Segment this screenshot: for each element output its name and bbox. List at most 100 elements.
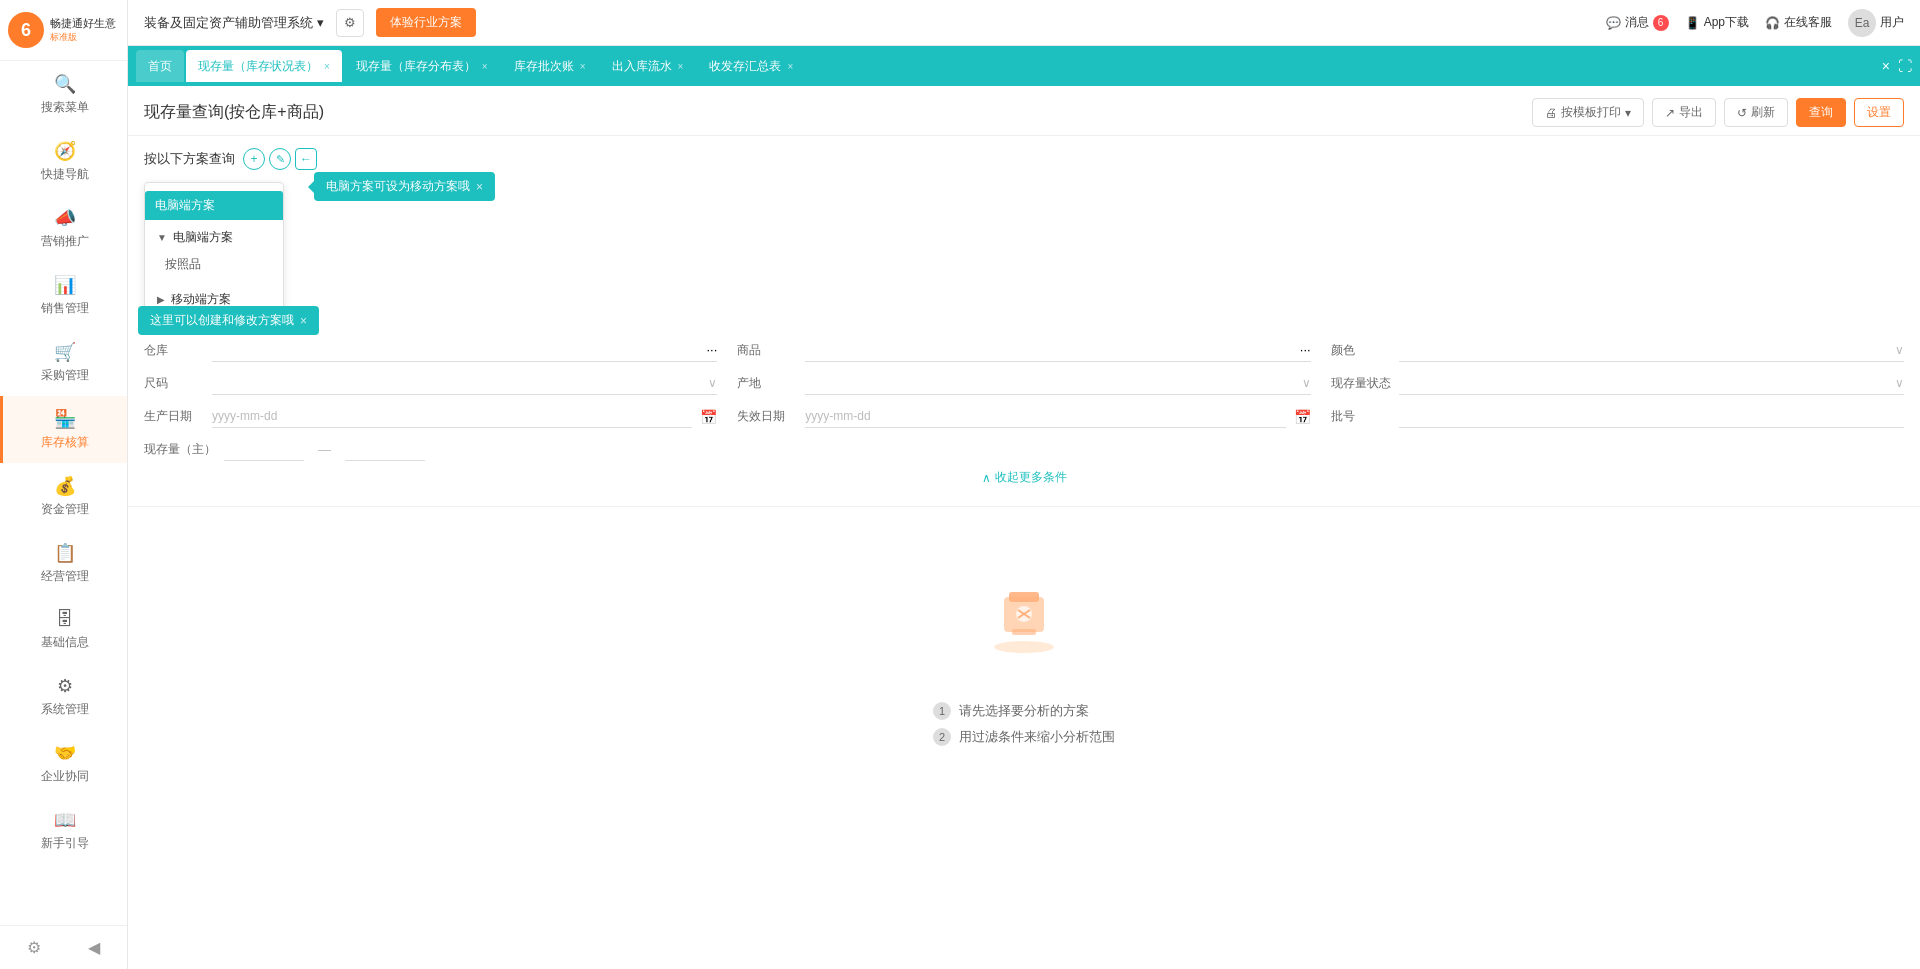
filter-goods-select[interactable]: ··· (805, 338, 1310, 362)
filter-actions: + ✎ ← (243, 148, 317, 170)
tab-inventory-dist[interactable]: 现存量（库存分布表） × (344, 50, 500, 82)
filter-header: 按以下方案查询 + ✎ ← (144, 148, 1904, 170)
sidebar-item-quicknav[interactable]: 🧭 快捷导航 (0, 128, 127, 195)
filter-origin-select[interactable]: ∨ (805, 372, 1310, 395)
tab-bar: 首页 现存量（库存状况表） × 现存量（库存分布表） × 库存批次账 × 出入库… (128, 46, 1920, 86)
add-scheme-btn[interactable]: + (243, 148, 265, 170)
tab-inventory-status[interactable]: 现存量（库存状况表） × (186, 50, 342, 82)
sidebar-item-purchase[interactable]: 🛒 采购管理 (0, 329, 127, 396)
scheme-desktop-toggle[interactable]: ▼ 电脑端方案 (145, 224, 283, 251)
export-button[interactable]: ↗ 导出 (1652, 98, 1716, 127)
filter-produce-date-input[interactable] (212, 405, 692, 428)
sidebar-item-base[interactable]: 🗄 基础信息 (0, 597, 127, 663)
sidebar-item-enterprise[interactable]: 🤝 企业协同 (0, 730, 127, 797)
empty-hint-1: 1 请先选择要分析的方案 (933, 702, 1115, 720)
refresh-button[interactable]: ↺ 刷新 (1724, 98, 1788, 127)
tab-batch[interactable]: 库存批次账 × (502, 50, 598, 82)
user-action[interactable]: Ea 用户 (1848, 9, 1904, 37)
tab-flow[interactable]: 出入库流水 × (600, 50, 696, 82)
megaphone-icon: 📣 (54, 207, 76, 229)
sidebar-item-search[interactable]: 🔍 搜索菜单 (0, 61, 127, 128)
main-area: 装备及固定资产辅助管理系统 ▾ ⚙ 体验行业方案 💬 消息 6 📱 App下载 … (128, 0, 1920, 969)
sidebar-item-inventory[interactable]: 🏪 库存核算 (0, 396, 127, 463)
sidebar: 6 畅捷通好生意 标准版 🔍 搜索菜单 🧭 快捷导航 📣 营销推广 📊 销售管理… (0, 0, 128, 969)
sidebar-item-sales[interactable]: 📊 销售管理 (0, 262, 127, 329)
sidebar-item-search-label: 搜索菜单 (41, 99, 89, 116)
tab-flow-close[interactable]: × (678, 61, 684, 72)
sidebar-item-marketing[interactable]: 📣 营销推广 (0, 195, 127, 262)
message-action[interactable]: 💬 消息 6 (1606, 14, 1669, 31)
tab-batch-close[interactable]: × (580, 61, 586, 72)
scheme-tooltip-1: 电脑方案可设为移动方案哦 × (314, 172, 495, 201)
filter-expire-date-label: 失效日期 (737, 408, 797, 425)
page-header: 现存量查询(按仓库+商品) 🖨 按模板打印 ▾ ↗ 导出 ↺ 刷新 查询 (128, 86, 1920, 136)
tab-fullscreen-btn[interactable]: ⛶ (1898, 58, 1912, 74)
collapse-bar[interactable]: ∧ 收起更多条件 (144, 461, 1904, 494)
search-label: 查询 (1809, 104, 1833, 121)
filter-size: 尺码 ∨ (144, 372, 717, 395)
filter-expire-date-input[interactable] (805, 405, 1285, 428)
filter-chevron-color: ∨ (1895, 343, 1904, 357)
hint-1-num: 1 (933, 702, 951, 720)
filter-rows: 仓库 ··· 商品 ··· 颜色 (144, 338, 1904, 461)
logo-text-area: 畅捷通好生意 标准版 (50, 16, 116, 44)
sidebar-item-finance-label: 资金管理 (41, 501, 89, 518)
settings-button[interactable]: ⚙ (336, 9, 364, 37)
filter-size-select[interactable]: ∨ (212, 372, 717, 395)
hint-2-text: 用过滤条件来缩小分析范围 (959, 728, 1115, 746)
phone-icon: 📱 (1685, 16, 1700, 30)
svg-point-0 (994, 641, 1054, 653)
chart-icon: 📊 (54, 274, 76, 296)
guide-icon: 📖 (54, 809, 76, 831)
filter-inventory-min[interactable] (224, 438, 304, 461)
industry-button[interactable]: 体验行业方案 (376, 8, 476, 37)
filter-origin: 产地 ∨ (737, 372, 1310, 395)
settings-bottom-btn[interactable]: ⚙ (27, 938, 41, 957)
brand-sub: 标准版 (50, 31, 116, 44)
filter-inventory-max[interactable] (345, 438, 425, 461)
edit-scheme-btn[interactable]: ✎ (269, 148, 291, 170)
filter-produce-date: 生产日期 📅 (144, 405, 717, 428)
scheme-tooltip-2: 这里可以创建和修改方案哦 × (138, 306, 319, 335)
app-download-action[interactable]: 📱 App下载 (1685, 14, 1749, 31)
tab-home[interactable]: 首页 (136, 50, 184, 82)
filter-batch-label: 批号 (1331, 408, 1391, 425)
refresh-icon: ↺ (1737, 106, 1747, 120)
tab-summary[interactable]: 收发存汇总表 × (697, 50, 805, 82)
filter-batch-input[interactable] (1399, 405, 1904, 428)
tab-close-all-btn[interactable]: × (1882, 58, 1890, 74)
filter-dots-2: ··· (1300, 342, 1311, 357)
reset-button[interactable]: 设置 (1854, 98, 1904, 127)
sidebar-item-system[interactable]: ⚙ 系统管理 (0, 663, 127, 730)
calendar-icon-2[interactable]: 📅 (1294, 409, 1311, 425)
tooltip-1-close[interactable]: × (476, 180, 483, 194)
scheme-panel-wrapper: 电脑方案可设为移动方案哦 × 电脑端方案 ▼ 电脑端方案 按照品 (144, 182, 284, 326)
sidebar-nav: 🔍 搜索菜单 🧭 快捷导航 📣 营销推广 📊 销售管理 🛒 采购管理 🏪 库存核… (0, 61, 127, 925)
filter-area: 按以下方案查询 + ✎ ← 电脑方案可设为移动方案哦 × 电脑端方案 (128, 136, 1920, 507)
search-button[interactable]: 查询 (1796, 98, 1846, 127)
filter-status-select[interactable]: ∨ (1399, 372, 1904, 395)
online-service-action[interactable]: 🎧 在线客服 (1765, 14, 1832, 31)
shopping-icon: 🛒 (54, 341, 76, 363)
system-selector[interactable]: 装备及固定资产辅助管理系统 ▾ (144, 14, 324, 32)
tab-inventory-dist-close[interactable]: × (482, 61, 488, 72)
scheme-desktop-item-1[interactable]: 按照品 (145, 251, 283, 278)
scheme-panel-title: 电脑端方案 (155, 197, 215, 214)
tab-inventory-status-close[interactable]: × (324, 61, 330, 72)
sidebar-item-operations[interactable]: 📋 经营管理 (0, 530, 127, 597)
tab-summary-close[interactable]: × (787, 61, 793, 72)
filter-origin-label: 产地 (737, 375, 797, 392)
collapse-sidebar-btn[interactable]: ◀ (88, 938, 100, 957)
filter-color-label: 颜色 (1331, 342, 1391, 359)
tooltip-2-close[interactable]: × (300, 314, 307, 328)
print-label: 按模板打印 (1561, 104, 1621, 121)
calendar-icon-1[interactable]: 📅 (700, 409, 717, 425)
filter-batch: 批号 (1331, 405, 1904, 428)
sidebar-item-finance[interactable]: 💰 资金管理 (0, 463, 127, 530)
refresh-label: 刷新 (1751, 104, 1775, 121)
print-button[interactable]: 🖨 按模板打印 ▾ (1532, 98, 1644, 127)
sidebar-item-guide[interactable]: 📖 新手引导 (0, 797, 127, 864)
filter-color-select[interactable]: ∨ (1399, 339, 1904, 362)
back-scheme-btn[interactable]: ← (295, 148, 317, 170)
filter-warehouse-select[interactable]: ··· (212, 338, 717, 362)
